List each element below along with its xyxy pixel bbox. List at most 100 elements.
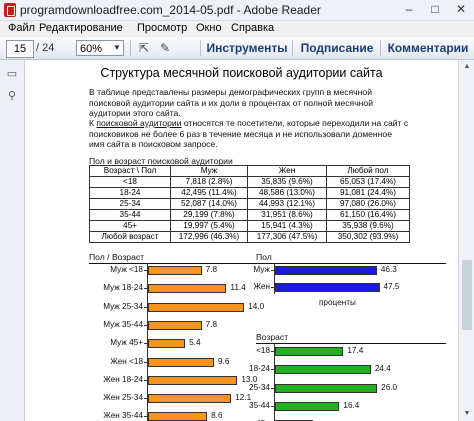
table-cell: 35,938 (9.6%) <box>326 220 410 232</box>
chart-title: Пол / Возраст <box>89 252 145 262</box>
table-cell: <18 <box>89 176 171 188</box>
tab-tools[interactable]: Инструменты <box>203 38 291 58</box>
menu-file[interactable]: Файл <box>8 22 35 34</box>
axis-tick <box>144 306 147 308</box>
bar-label: Муж 45+ <box>110 338 143 348</box>
toolbar-separator <box>130 40 131 56</box>
axis-tick <box>144 343 147 345</box>
table-cell: 52,087 (14.0%) <box>170 198 248 210</box>
table-row: 45+ 19,997 (5.4%) 15,941 (4.3%) 35,938 (… <box>89 220 410 232</box>
axis-tick <box>271 369 274 371</box>
bar-label: Муж 35-44 <box>103 319 143 329</box>
axis-tick <box>271 405 274 407</box>
bar-label: 35-44 <box>249 400 270 410</box>
axis-tick <box>144 361 147 363</box>
table-cell: 44,993 (12.1%) <box>247 198 327 210</box>
bar-label: Муж <box>253 265 270 274</box>
toolbar-separator <box>380 40 381 56</box>
table-cell: 172,996 (46.3%) <box>170 231 248 243</box>
bar-value-label: 46.3 <box>380 265 397 274</box>
bar-label: Жен <18 <box>110 356 143 366</box>
navigation-panel: ▭ ⚲ <box>0 60 25 421</box>
bar-label: 25-34 <box>249 382 270 392</box>
chevron-down-icon[interactable]: ▼ <box>110 41 124 55</box>
bar-label: Муж 18-24 <box>103 283 143 293</box>
definition-paragraph: К поисковой аудитории относятся те посет… <box>89 118 409 150</box>
table-row: 35-44 29,199 (7.8%) 31,951 (8.6%) 61,150… <box>89 209 410 221</box>
bar-value-label: 26.0 <box>381 382 398 392</box>
table-cell: 65,053 (17.4%) <box>326 176 410 188</box>
scroll-down-icon[interactable]: ▼ <box>462 409 472 419</box>
bar-label: Жен 35-44 <box>103 411 143 421</box>
bar-value-label: 24.4 <box>374 364 391 374</box>
table-cell: Любой возраст <box>89 231 171 243</box>
table-header: Любой пол <box>326 165 410 177</box>
table-header: Возраст \ Пол <box>89 165 171 177</box>
menu-bar: Файл Редактирование Просмотр Окно Справк… <box>0 21 474 37</box>
table-cell: 35,835 (9.6%) <box>247 176 327 188</box>
axis-tick <box>271 287 274 288</box>
table-cell: 35-44 <box>89 209 171 221</box>
axis-tick <box>144 379 147 381</box>
vertical-scrollbar[interactable]: ▲ ▼ <box>458 60 474 421</box>
bar-label: Муж <18 <box>110 265 143 274</box>
bar <box>148 339 186 349</box>
bar-label: Муж 25-34 <box>103 301 143 311</box>
table-row: <18 7,818 (2.8%) 35,835 (9.6%) 65,053 (1… <box>89 176 410 188</box>
table-cell: 25-34 <box>89 198 171 210</box>
tab-sign[interactable]: Подписание <box>295 38 379 58</box>
attachment-icon[interactable]: ⚲ <box>6 90 18 102</box>
window-title: programdownloadfree.com_2014-05.pdf - Ad… <box>20 3 321 17</box>
table-cell: 91,081 (24.4%) <box>326 187 410 199</box>
bar <box>275 365 371 375</box>
table-row: 25-34 52,087 (14.0%) 44,993 (12.1%) 97,0… <box>89 198 410 210</box>
bar <box>275 283 380 292</box>
search-audience-link[interactable]: поисковой аудитории <box>96 118 181 128</box>
demographics-table: Возраст \ Пол Муж Жен Любой пол <18 7,81… <box>89 165 410 243</box>
toolbar-separator <box>292 40 293 56</box>
bar-value-label: 14.0 <box>248 301 265 311</box>
menu-help[interactable]: Справка <box>231 22 274 34</box>
bar-label: Жен <box>253 282 270 291</box>
table-cell: 19,997 (5.4%) <box>170 220 248 232</box>
table-cell: 29,199 (7.8%) <box>170 209 248 221</box>
bar-label: Жен 18-24 <box>103 374 143 384</box>
document-page: Структура месячной поисковой аудитории с… <box>25 60 458 421</box>
scrollbar-thumb[interactable] <box>462 260 472 330</box>
axis-tick <box>144 270 147 271</box>
table-cell: 97,080 (26.0%) <box>326 198 410 210</box>
axis-tick <box>144 398 147 400</box>
tab-comments[interactable]: Комментарии <box>383 38 473 58</box>
axis-tick <box>271 351 274 352</box>
title-bar: programdownloadfree.com_2014-05.pdf - Ad… <box>0 0 474 21</box>
minimize-button[interactable]: – <box>396 0 422 18</box>
table-header: Жен <box>247 165 327 177</box>
bar-label: 18-24 <box>249 364 270 374</box>
table-cell: 45+ <box>89 220 171 232</box>
sign-pen-icon[interactable]: ✎ <box>156 40 174 56</box>
menu-edit[interactable]: Редактирование <box>39 22 123 34</box>
table-cell: 48,586 (13.0%) <box>247 187 327 199</box>
adobe-reader-icon <box>4 3 16 17</box>
bar <box>275 401 340 411</box>
scroll-up-icon[interactable]: ▲ <box>462 62 472 72</box>
chart-title-underline <box>89 263 259 264</box>
chart-title-underline <box>256 263 446 264</box>
chart-title: Пол <box>256 252 272 262</box>
menu-view[interactable]: Просмотр <box>137 22 187 34</box>
bar-value-label: 16.4 <box>343 400 360 410</box>
bar-value-label: 7.8 <box>205 319 218 329</box>
bar <box>275 266 377 275</box>
pages-icon[interactable]: ▭ <box>6 68 18 80</box>
axis-tick <box>144 416 147 418</box>
table-cell: 31,951 (8.6%) <box>247 209 327 221</box>
bar <box>275 347 344 356</box>
close-button[interactable]: ✕ <box>448 0 474 18</box>
table-cell: 350,302 (93.9%) <box>326 231 410 243</box>
toolbar-separator <box>200 40 201 56</box>
maximize-button[interactable]: □ <box>422 0 448 18</box>
table-cell: 15,941 (4.3%) <box>247 220 327 232</box>
menu-window[interactable]: Окно <box>196 22 222 34</box>
expand-tools-icon[interactable]: ⇱ <box>135 40 153 56</box>
page-number-input[interactable]: 15 <box>6 40 34 58</box>
